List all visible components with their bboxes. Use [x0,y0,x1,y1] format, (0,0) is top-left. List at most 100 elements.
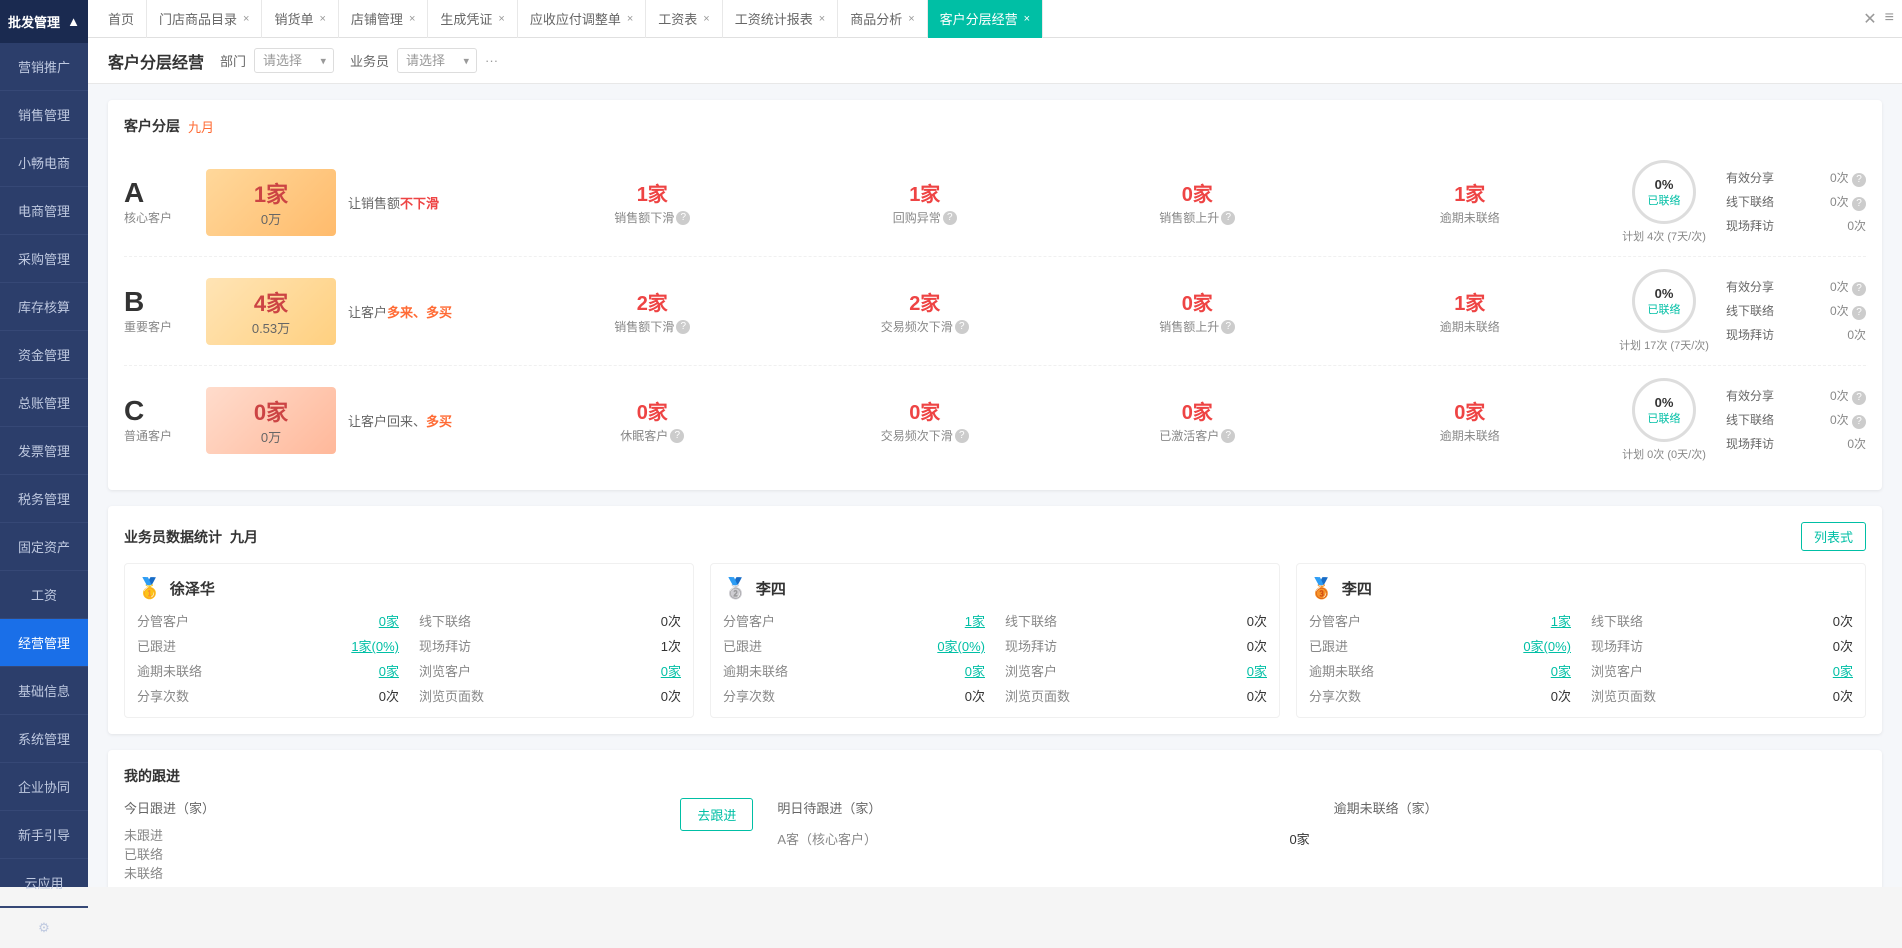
sidebar-item-发票管理[interactable]: 发票管理 [0,427,88,475]
tier-amount-A: 0万 [261,209,281,228]
info-icon[interactable]: ? [1852,391,1866,405]
tier-stat-C-交易频次下滑: 0家 交易频次下滑? [793,396,1058,444]
filter-more-icon[interactable]: ··· [485,53,498,68]
tab-店铺管理[interactable]: 店铺管理× [339,0,428,38]
tab-close-店铺管理[interactable]: × [409,13,415,25]
sidebar-item-资金管理[interactable]: 资金管理 [0,331,88,379]
info-icon[interactable]: ? [1852,415,1866,429]
tab-生成凭证[interactable]: 生成凭证× [428,0,517,38]
tab-销货单[interactable]: 销货单× [262,0,338,38]
follow-section: 我的跟进 今日跟进（家） 未跟进 已联络 未联络 去跟进 明日待跟进（家） A客… [108,750,1882,887]
tier-count-C: 0家 [254,395,288,427]
go-followup-button[interactable]: 去跟进 [680,798,753,831]
staff-medal: 🥉 [1309,576,1334,601]
tab-close-生成凭证[interactable]: × [498,13,504,25]
info-icon[interactable]: ? [943,211,957,225]
tier-letter-C: C [124,397,194,425]
staff-stat-分享次数: 分享次数 0次 [1309,686,1571,705]
sidebar-header[interactable]: 批发管理 ▲ [0,0,88,43]
tier-actions-B: 有效分享0次 ?线下联络0次 ?现场拜访0次 [1726,275,1866,347]
sidebar-item-基础信息[interactable]: 基础信息 [0,667,88,715]
tab-客户分层经营[interactable]: 客户分层经营× [928,0,1043,38]
sidebar-item-工资[interactable]: 工资 [0,571,88,619]
staff-stat-分管客户: 分管客户 1家 [723,611,985,630]
staff-stat-逾期未联络: 逾期未联络 0家 [1309,661,1571,680]
tab-close-销货单[interactable]: × [319,13,325,25]
sidebar-item-经营管理[interactable]: 经营管理 [0,619,88,667]
info-icon[interactable]: ? [670,429,684,443]
tab-close-工资统计报表[interactable]: × [819,13,825,25]
info-icon[interactable]: ? [1221,320,1235,334]
more-icon[interactable]: ≡ [1885,9,1894,29]
staff-stat-已跟进: 已跟进 0家(0%) [1309,636,1571,655]
sidebar-item-电商管理[interactable]: 电商管理 [0,187,88,235]
page-title: 客户分层经营 [108,49,204,73]
tab-close-应收应付调整单[interactable]: × [627,13,633,25]
sidebar-item-库存核算[interactable]: 库存核算 [0,283,88,331]
info-icon[interactable]: ? [955,429,969,443]
list-view-button[interactable]: 列表式 [1801,522,1866,551]
tier-stat-A-销售额下滑: 1家 销售额下滑? [520,178,785,226]
info-icon[interactable]: ? [1221,211,1235,225]
sidebar-settings[interactable]: ⚙ [0,907,88,948]
tier-action-C-线下联络: 线下联络0次 ? [1726,408,1866,432]
close-all-icon[interactable]: ✕ [1863,9,1876,29]
sidebar-item-企业协同[interactable]: 企业协同 [0,763,88,811]
staff-card-李四: 🥈 李四 分管客户 1家 线下联络 0次 已跟进 0家(0%) 现场拜访 0次 … [710,563,1280,718]
info-icon[interactable]: ? [1221,429,1235,443]
sidebar-item-云应用[interactable]: 云应用 [0,859,88,907]
tier-circle-A: 0% 已联络 [1632,160,1696,224]
sidebar-item-固定资产[interactable]: 固定资产 [0,523,88,571]
sidebar-item-系统管理[interactable]: 系统管理 [0,715,88,763]
sidebar-item-小畅电商[interactable]: 小畅电商 [0,139,88,187]
info-icon[interactable]: ? [1852,306,1866,320]
tab-首页[interactable]: 首页 [96,0,147,38]
sidebar-item-采购管理[interactable]: 采购管理 [0,235,88,283]
tab-门店商品目录[interactable]: 门店商品目录× [147,0,262,38]
sidebar-item-税务管理[interactable]: 税务管理 [0,475,88,523]
tier-stat-B-逾期未联络: 1家 逾期未联络 [1338,287,1603,335]
tab-close-门店商品目录[interactable]: × [243,13,249,25]
overdue-col-title: 逾期未联络（家） [1334,798,1866,817]
staff-stat-已跟进: 已跟进 1家(0%) [137,636,399,655]
info-icon[interactable]: ? [955,320,969,334]
info-icon[interactable]: ? [676,211,690,225]
today-followup: 今日跟进（家） 未跟进 已联络 未联络 [124,798,656,882]
sidebar-item-销售管理[interactable]: 销售管理 [0,91,88,139]
tier-action-C-有效分享: 有效分享0次 ? [1726,384,1866,408]
info-icon[interactable]: ? [676,320,690,334]
tier-action-A-有效分享: 有效分享0次 ? [1726,166,1866,190]
tier-actions-C: 有效分享0次 ?线下联络0次 ?现场拜访0次 [1726,384,1866,456]
tab-工资表[interactable]: 工资表× [646,0,722,38]
content-area: 客户分层 九月 A核心客户1家0万让销售额不下滑 1家 销售额下滑? 1家 回购… [88,84,1902,887]
tab-close-商品分析[interactable]: × [908,13,914,25]
staff-select[interactable]: 请选择 [397,48,477,73]
staff-title: 业务员数据统计 九月 [124,527,258,547]
tab-close-客户分层经营[interactable]: × [1024,13,1030,25]
sidebar-item-新手引导[interactable]: 新手引导 [0,811,88,859]
tier-action-B-现场拜访: 现场拜访0次 [1726,323,1866,347]
tier-amount-B: 0.53万 [252,318,290,337]
tomorrow-row-1: A客（核心客户） 0家 [777,825,1309,852]
sidebar-item-营销推广[interactable]: 营销推广 [0,43,88,91]
tab-close-工资表[interactable]: × [703,13,709,25]
info-icon[interactable]: ? [1852,197,1866,211]
tab-工资统计报表[interactable]: 工资统计报表× [723,0,838,38]
info-icon[interactable]: ? [1852,173,1866,187]
dept-select[interactable]: 请选择 [254,48,334,73]
tier-stat-B-销售额上升: 0家 销售额上升? [1065,287,1330,335]
tier-action-B-线下联络: 线下联络0次 ? [1726,299,1866,323]
tomorrow-followup: 明日待跟进（家） A客（核心客户） 0家 [777,798,1309,852]
tier-name-B: 重要客户 [124,318,194,335]
tab-商品分析[interactable]: 商品分析× [838,0,927,38]
tier-action-C-现场拜访: 现场拜访0次 [1726,432,1866,456]
tier-stat-A-销售额上升: 0家 销售额上升? [1065,178,1330,226]
info-icon[interactable]: ? [1852,282,1866,296]
tab-应收应付调整单[interactable]: 应收应付调整单× [518,0,646,38]
staff-header: 业务员数据统计 九月 列表式 [124,522,1866,551]
staff-stat-分享次数: 分享次数 0次 [137,686,399,705]
tier-letter-B: B [124,288,194,316]
sidebar-item-总账管理[interactable]: 总账管理 [0,379,88,427]
staff-stat-浏览页面数: 浏览页面数 0次 [419,686,681,705]
staff-stat-浏览客户: 浏览客户 0家 [1591,661,1853,680]
